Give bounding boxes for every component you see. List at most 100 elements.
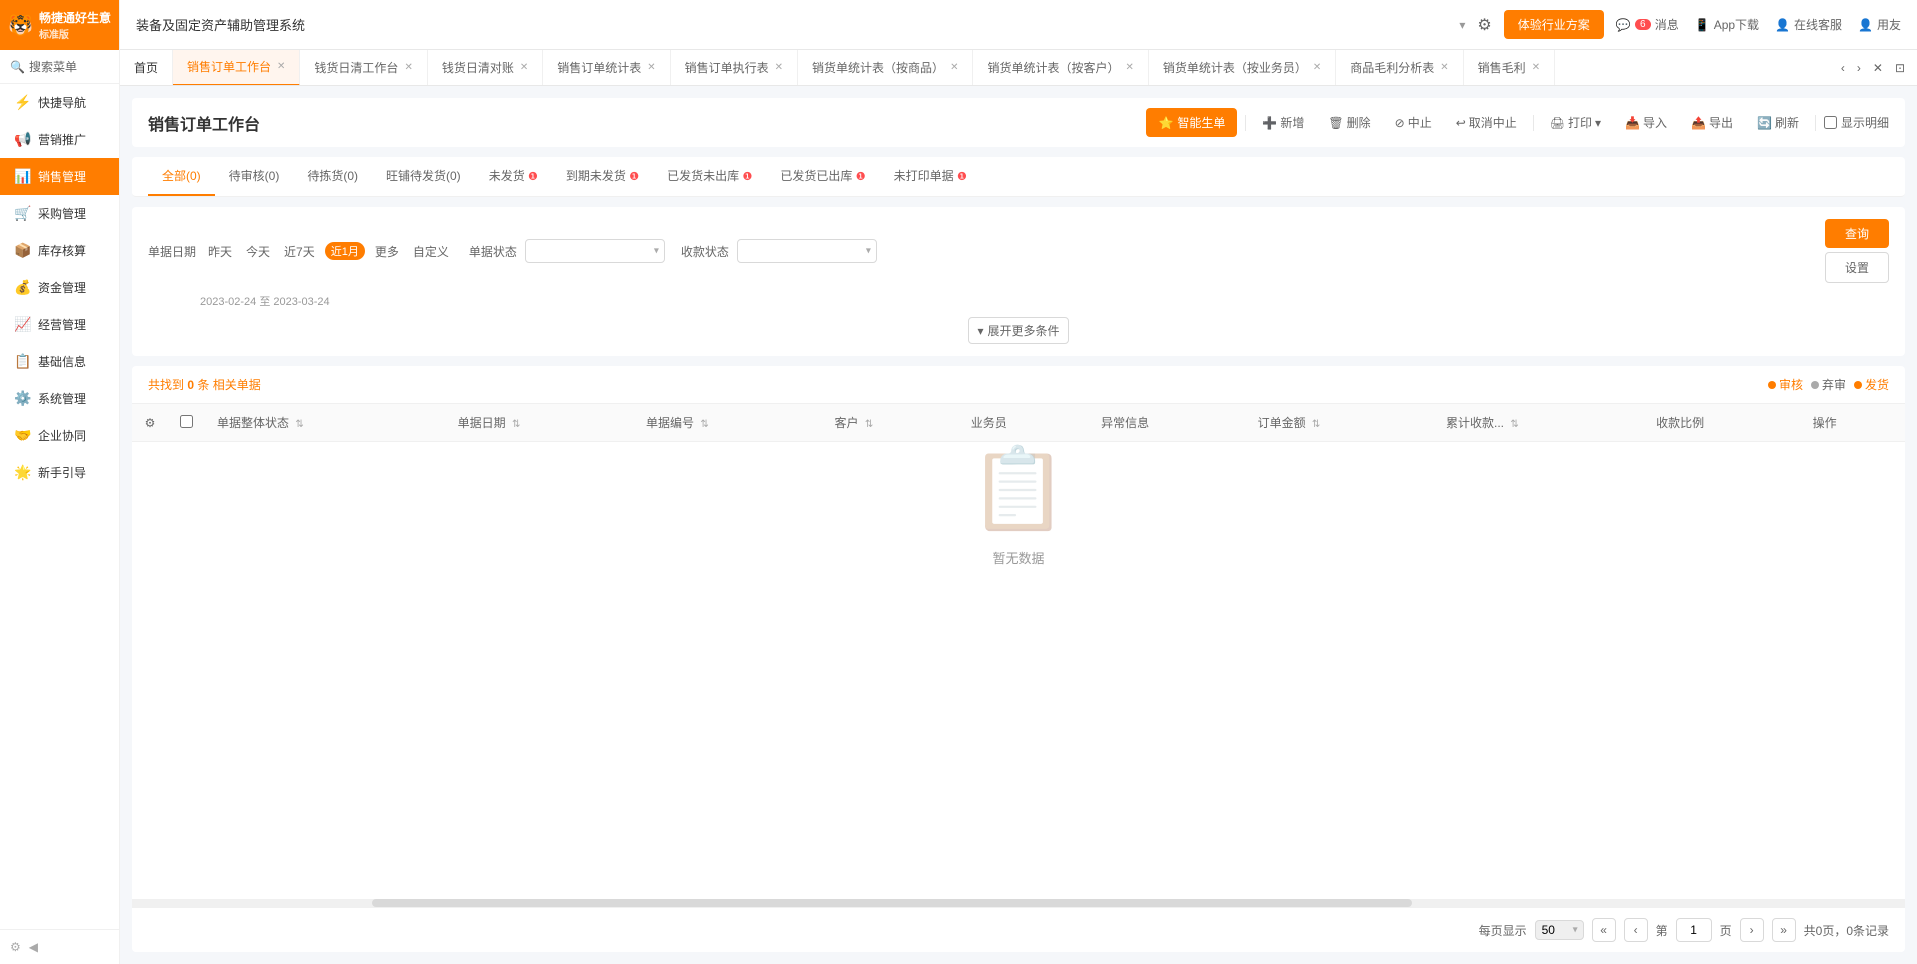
tab-sales-order[interactable]: 销售订单工作台 ✕ [173, 50, 300, 86]
sub-tab-not-printed[interactable]: 未打印单据 ❶ [880, 157, 981, 196]
tab-close-all-btn[interactable]: ✕ [1869, 59, 1887, 77]
industry-btn[interactable]: 体验行业方案 [1504, 10, 1604, 39]
tab-cash-daily-close[interactable]: ✕ [404, 62, 412, 73]
delete-btn[interactable]: 🗑 删除 [1320, 110, 1378, 135]
tab-sales-summary-staff-close[interactable]: ✕ [1313, 62, 1321, 73]
show-detail-input[interactable] [1824, 116, 1837, 129]
tab-sales-exec-close[interactable]: ✕ [775, 62, 783, 73]
col-status-sort[interactable]: ⇅ [295, 419, 303, 430]
tab-sales-stats[interactable]: 销售订单统计表 ✕ [543, 50, 670, 86]
sidebar-nav-item-marketing[interactable]: 📢 营销推广 [0, 121, 119, 158]
sidebar-search[interactable]: 🔍 搜索菜单 [0, 50, 119, 84]
last-page-btn[interactable]: » [1772, 918, 1796, 942]
col-amount-sort[interactable]: ⇅ [1312, 419, 1320, 430]
tab-sales-summary-product[interactable]: 销货单统计表（按商品） ✕ [798, 50, 973, 86]
show-detail-checkbox[interactable]: 显示明细 [1824, 114, 1889, 131]
sub-tab-shipped-in[interactable]: 已发货已出库 ❶ [766, 157, 879, 196]
sub-tab-not-shipped-count: ❶ [528, 171, 538, 183]
select-all-checkbox[interactable] [180, 415, 193, 428]
tab-cash-reconcile-close[interactable]: ✕ [520, 62, 528, 73]
system-name: 装备及固定资产辅助管理系统 [136, 15, 1447, 34]
sidebar-nav-item-quick-nav[interactable]: ⚡ 快捷导航 [0, 84, 119, 121]
app-download-btn[interactable]: 📱 App下载 [1695, 16, 1759, 33]
sub-tab-shipped-not-in[interactable]: 已发货未出库 ❶ [653, 157, 766, 196]
sidebar-nav-item-sales[interactable]: 📊 销售管理 [0, 158, 119, 195]
date-today[interactable]: 今天 [242, 241, 274, 262]
tab-cash-reconcile[interactable]: 钱货日清对账 ✕ [428, 50, 543, 86]
sub-tab-pending-inspect[interactable]: 待拣货(0) [293, 157, 372, 196]
review-dot [1768, 381, 1776, 389]
col-number-sort[interactable]: ⇅ [700, 419, 708, 430]
tab-sales-summary-customer-close[interactable]: ✕ [1125, 62, 1133, 73]
first-page-btn[interactable]: « [1592, 918, 1616, 942]
stop-btn[interactable]: ⊘ 中止 [1387, 110, 1440, 135]
tab-home[interactable]: 首页 [120, 50, 173, 86]
tab-sales-summary-product-close[interactable]: ✕ [950, 62, 958, 73]
prev-page-btn[interactable]: ‹ [1624, 918, 1648, 942]
page-input[interactable] [1676, 918, 1712, 942]
tab-sales-summary-customer[interactable]: 销货单统计表（按客户） ✕ [973, 50, 1148, 86]
sidebar-nav-item-purchase[interactable]: 🛒 采购管理 [0, 195, 119, 232]
tab-next-btn[interactable]: › [1853, 59, 1865, 77]
sub-tab-pending-review[interactable]: 待审核(0) [215, 157, 294, 196]
smart-create-btn[interactable]: ⭐ 智能生单 [1146, 108, 1237, 137]
sidebar-nav-item-inventory[interactable]: 📦 库存核算 [0, 232, 119, 269]
sidebar-nav-item-guide[interactable]: 🌟 新手引导 [0, 454, 119, 491]
add-btn[interactable]: ➕ 新增 [1254, 110, 1312, 135]
tab-sales-summary-staff[interactable]: 销货单统计表（按业务员） ✕ [1149, 50, 1336, 86]
tab-prev-btn[interactable]: ‹ [1837, 59, 1849, 77]
date-more[interactable]: 更多 [371, 241, 403, 262]
col-date-sort[interactable]: ⇅ [512, 419, 520, 430]
tab-product-margin-close[interactable]: ✕ [1440, 62, 1448, 73]
sidebar-nav-item-enterprise[interactable]: 🤝 企业协同 [0, 417, 119, 454]
date-7days[interactable]: 近7天 [280, 241, 319, 262]
system-dropdown-icon[interactable]: ▾ [1459, 18, 1465, 32]
settings-icon[interactable]: ⚙ [1477, 15, 1491, 35]
sidebar-nav-item-finance[interactable]: 💰 资金管理 [0, 269, 119, 306]
ship-label: 发货 [1865, 376, 1889, 393]
sub-tab-all[interactable]: 全部(0) [148, 157, 215, 196]
online-service-btn[interactable]: 👤 在线客服 [1775, 16, 1842, 33]
tab-sales-stats-close[interactable]: ✕ [647, 62, 655, 73]
filter-settings-btn[interactable]: 设置 [1825, 252, 1889, 283]
date-yesterday[interactable]: 昨天 [204, 241, 236, 262]
date-custom[interactable]: 自定义 [409, 241, 453, 262]
message-btn[interactable]: 💬 6 消息 [1616, 16, 1679, 33]
sub-tab-not-shipped[interactable]: 未发货 ❶ [475, 157, 552, 196]
tab-cash-daily[interactable]: 钱货日清工作台 ✕ [300, 50, 427, 86]
collapse-icon[interactable]: ◀ [29, 940, 38, 954]
export-btn[interactable]: 📤 导出 [1683, 110, 1741, 135]
status-select[interactable] [525, 239, 665, 263]
import-btn[interactable]: 📥 导入 [1617, 110, 1675, 135]
sub-tab-shipped-not-in-count: ❶ [743, 171, 753, 183]
review-btn[interactable]: 审核 [1768, 376, 1803, 393]
sub-tab-wangpu[interactable]: 旺铺待发货(0) [372, 157, 475, 196]
refresh-btn[interactable]: 🔄 刷新 [1749, 110, 1807, 135]
tab-expand-btn[interactable]: ⊡ [1891, 59, 1909, 77]
user-btn[interactable]: 👤 用友 [1858, 16, 1901, 33]
page-size-select[interactable]: 10 20 50 100 [1535, 920, 1584, 940]
import-label: 导入 [1643, 114, 1667, 131]
sidebar-nav-item-system[interactable]: ⚙️ 系统管理 [0, 380, 119, 417]
payment-select[interactable] [737, 239, 877, 263]
tab-sales-exec[interactable]: 销售订单执行表 ✕ [671, 50, 798, 86]
col-customer-sort[interactable]: ⇅ [865, 419, 873, 430]
tab-sales-order-close[interactable]: ✕ [277, 61, 285, 72]
table-scroll-thumb[interactable] [372, 899, 1412, 907]
ship-btn[interactable]: 发货 [1854, 376, 1889, 393]
date-1month[interactable]: 近1月 [325, 242, 365, 260]
tab-product-margin[interactable]: 商品毛利分析表 ✕ [1336, 50, 1463, 86]
tab-sales-profit-close[interactable]: ✕ [1532, 62, 1540, 73]
tab-sales-profit[interactable]: 销售毛利 ✕ [1464, 50, 1555, 86]
cancel-stop-btn[interactable]: ↩ 取消中止 [1448, 110, 1525, 135]
col-collected-sort[interactable]: ⇅ [1510, 419, 1518, 430]
next-page-btn[interactable]: › [1740, 918, 1764, 942]
expand-filter-btn[interactable]: ▾ 展开更多条件 [968, 317, 1068, 344]
sidebar-nav-item-operation[interactable]: 📈 经营管理 [0, 306, 119, 343]
sub-tab-expired[interactable]: 到期未发货 ❶ [552, 157, 653, 196]
settings-bottom-icon[interactable]: ⚙ [10, 940, 21, 954]
cancel-review-btn[interactable]: 弃审 [1811, 376, 1846, 393]
sidebar-nav-item-basic-info[interactable]: 📋 基础信息 [0, 343, 119, 380]
print-btn[interactable]: 🖨 打印 ▾ [1542, 110, 1609, 135]
query-btn[interactable]: 查询 [1825, 219, 1889, 248]
